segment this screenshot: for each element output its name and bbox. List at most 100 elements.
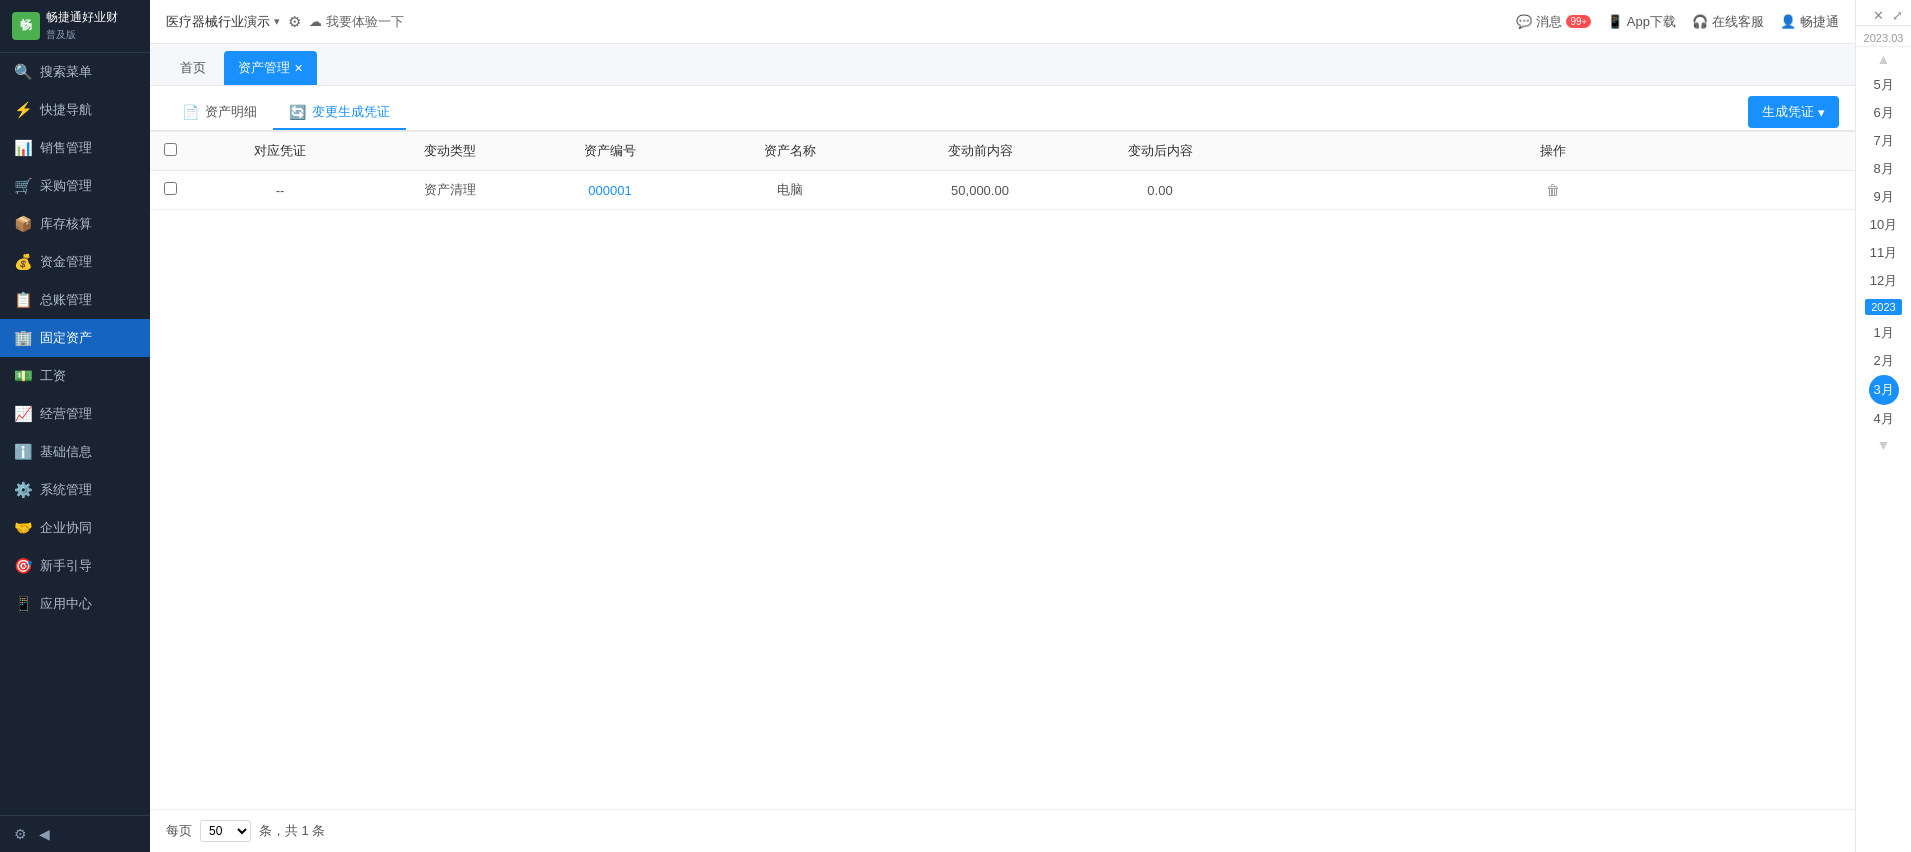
- cell-action: 🗑: [1250, 171, 1855, 210]
- search-icon: 🔍: [14, 63, 32, 81]
- sidebar-bottom: ⚙ ◀: [0, 815, 150, 852]
- nav-tabs: 首页资产管理✕: [150, 44, 1855, 86]
- quick-nav-icon: ⚡: [14, 101, 32, 119]
- panel-month-5月[interactable]: 5月: [1856, 71, 1911, 99]
- col-header-name: 资产名称: [690, 132, 890, 171]
- sidebar: 畅 畅捷通好业财 普及版 🔍搜索菜单⚡快捷导航📊销售管理🛒采购管理📦库存核算💰资…: [0, 0, 150, 852]
- cell-voucher: --: [190, 171, 370, 210]
- message-badge: 99+: [1566, 15, 1590, 28]
- panel-expand-icon[interactable]: ⤢: [1890, 6, 1905, 25]
- panel-month-2023-3月[interactable]: 3月: [1869, 375, 1899, 405]
- topbar: 医疗器械行业演示 ▾ ⚙ ☁ 我要体验一下 💬 消息 99+ 📱 App下载: [150, 0, 1855, 44]
- sidebar-item-operations[interactable]: 📈经营管理: [0, 395, 150, 433]
- guide-icon: 🎯: [14, 557, 32, 575]
- user-icon: 👤: [1780, 14, 1796, 29]
- dropdown-arrow-icon: ▾: [1818, 105, 1825, 120]
- panel-month-6月[interactable]: 6月: [1856, 99, 1911, 127]
- collapse-icon[interactable]: ◀: [39, 826, 50, 842]
- data-table: 对应凭证 变动类型 资产编号 资产名称 变动前内容 变动后内容 操作 -- 资产…: [150, 131, 1855, 210]
- main-area: 医疗器械行业演示 ▾ ⚙ ☁ 我要体验一下 💬 消息 99+ 📱 App下载: [150, 0, 1855, 852]
- app-name: 畅捷通好业财: [46, 10, 118, 26]
- message-btn[interactable]: 💬 消息 99+: [1516, 13, 1590, 31]
- pagination: 每页 102050100 条，共 1 条: [150, 809, 1855, 852]
- sales-icon: 📊: [14, 139, 32, 157]
- inventory-icon: 📦: [14, 215, 32, 233]
- sidebar-item-enterprise[interactable]: 🤝企业协同: [0, 509, 150, 547]
- feedback-btn[interactable]: ☁ 我要体验一下: [309, 13, 404, 31]
- service-icon: 🎧: [1692, 14, 1708, 29]
- sidebar-item-inventory[interactable]: 📦库存核算: [0, 205, 150, 243]
- operations-icon: 📈: [14, 405, 32, 423]
- sidebar-item-quick-nav[interactable]: ⚡快捷导航: [0, 91, 150, 129]
- panel-month-9月[interactable]: 9月: [1856, 183, 1911, 211]
- table-row: -- 资产清理 000001 电脑 50,000.00 0.00 🗑: [150, 171, 1855, 210]
- cell-after: 0.00: [1070, 171, 1250, 210]
- sidebar-item-funds[interactable]: 💰资金管理: [0, 243, 150, 281]
- nav-tab-首页[interactable]: 首页: [166, 51, 220, 85]
- sidebar-item-guide[interactable]: 🎯新手引导: [0, 547, 150, 585]
- sidebar-item-purchase[interactable]: 🛒采购管理: [0, 167, 150, 205]
- tab-close-icon[interactable]: ✕: [294, 62, 303, 75]
- purchase-icon: 🛒: [14, 177, 32, 195]
- sidebar-item-system[interactable]: ⚙️系统管理: [0, 471, 150, 509]
- nav-tab-资产管理[interactable]: 资产管理✕: [224, 51, 317, 85]
- topbar-settings-icon[interactable]: ⚙: [288, 13, 301, 31]
- sidebar-item-payroll[interactable]: 💵工资: [0, 357, 150, 395]
- inner-tab-资产明细[interactable]: 📄资产明细: [166, 96, 273, 130]
- enterprise-icon: 🤝: [14, 519, 32, 537]
- panel-month-2023-2月[interactable]: 2月: [1856, 347, 1911, 375]
- app-version: 普及版: [46, 28, 118, 42]
- sidebar-item-base-info[interactable]: ℹ️基础信息: [0, 433, 150, 471]
- panel-close-icon[interactable]: ✕: [1871, 6, 1886, 25]
- col-header-before: 变动前内容: [890, 132, 1070, 171]
- panel-year-top: 2023.03: [1856, 26, 1911, 47]
- panel-month-8月[interactable]: 8月: [1856, 155, 1911, 183]
- per-page-select[interactable]: 102050100: [200, 820, 251, 842]
- col-header-voucher: 对应凭证: [190, 132, 370, 171]
- funds-icon: 💰: [14, 253, 32, 271]
- delete-icon[interactable]: 🗑: [1546, 182, 1560, 198]
- settings-icon[interactable]: ⚙: [14, 826, 27, 842]
- sidebar-item-ledger[interactable]: 📋总账管理: [0, 281, 150, 319]
- user-btn[interactable]: 👤 畅捷通: [1780, 13, 1839, 31]
- panel-month-10月[interactable]: 10月: [1856, 211, 1911, 239]
- per-page-label: 每页: [166, 822, 192, 840]
- panel-months-before: 5月6月7月8月9月10月11月12月: [1856, 71, 1911, 295]
- data-table-wrapper: 对应凭证 变动类型 资产编号 资产名称 变动前内容 变动后内容 操作 -- 资产…: [150, 131, 1855, 809]
- sidebar-item-app-center[interactable]: 📱应用中心: [0, 585, 150, 623]
- year-2023-badge[interactable]: 2023: [1865, 299, 1901, 315]
- total-label: 条，共 1 条: [259, 822, 325, 840]
- download-icon: 📱: [1607, 14, 1623, 29]
- company-dropdown-icon[interactable]: ▾: [274, 15, 280, 28]
- cell-code: 000001: [530, 171, 690, 210]
- sidebar-item-fixed-assets[interactable]: 🏢固定资产: [0, 319, 150, 357]
- panel-month-11月[interactable]: 11月: [1856, 239, 1911, 267]
- panel-month-7月[interactable]: 7月: [1856, 127, 1911, 155]
- row-checkbox[interactable]: [164, 182, 177, 195]
- sidebar-item-sales[interactable]: 📊销售管理: [0, 129, 150, 167]
- panel-nav-up[interactable]: ▲: [1877, 47, 1891, 71]
- select-all-checkbox[interactable]: [164, 143, 177, 156]
- panel-nav-down[interactable]: ▼: [1877, 433, 1891, 457]
- cell-before: 50,000.00: [890, 171, 1070, 210]
- col-header-after: 变动后内容: [1070, 132, 1250, 171]
- inner-tab-icon: 🔄: [289, 104, 306, 120]
- online-service-btn[interactable]: 🎧 在线客服: [1692, 13, 1764, 31]
- generate-voucher-btn[interactable]: 生成凭证 ▾: [1748, 96, 1839, 128]
- panel-month-2023-1月[interactable]: 1月: [1856, 319, 1911, 347]
- inner-tab-变更生成凭证[interactable]: 🔄变更生成凭证: [273, 96, 406, 130]
- app-center-icon: 📱: [14, 595, 32, 613]
- sidebar-nav: 🔍搜索菜单⚡快捷导航📊销售管理🛒采购管理📦库存核算💰资金管理📋总账管理🏢固定资产…: [0, 53, 150, 815]
- cloud-icon: ☁: [309, 14, 322, 29]
- col-header-action: 操作: [1250, 132, 1855, 171]
- sidebar-logo: 畅 畅捷通好业财 普及版: [0, 0, 150, 53]
- app-download-btn[interactable]: 📱 App下载: [1607, 13, 1676, 31]
- panel-month-2023-4月[interactable]: 4月: [1856, 405, 1911, 433]
- panel-month-12月[interactable]: 12月: [1856, 267, 1911, 295]
- sidebar-item-search[interactable]: 🔍搜索菜单: [0, 53, 150, 91]
- company-name[interactable]: 医疗器械行业演示 ▾: [166, 13, 280, 31]
- system-icon: ⚙️: [14, 481, 32, 499]
- ledger-icon: 📋: [14, 291, 32, 309]
- inner-tabs: 📄资产明细🔄变更生成凭证: [150, 86, 1855, 131]
- panel-months-2023: 1月2月3月4月: [1856, 319, 1911, 433]
